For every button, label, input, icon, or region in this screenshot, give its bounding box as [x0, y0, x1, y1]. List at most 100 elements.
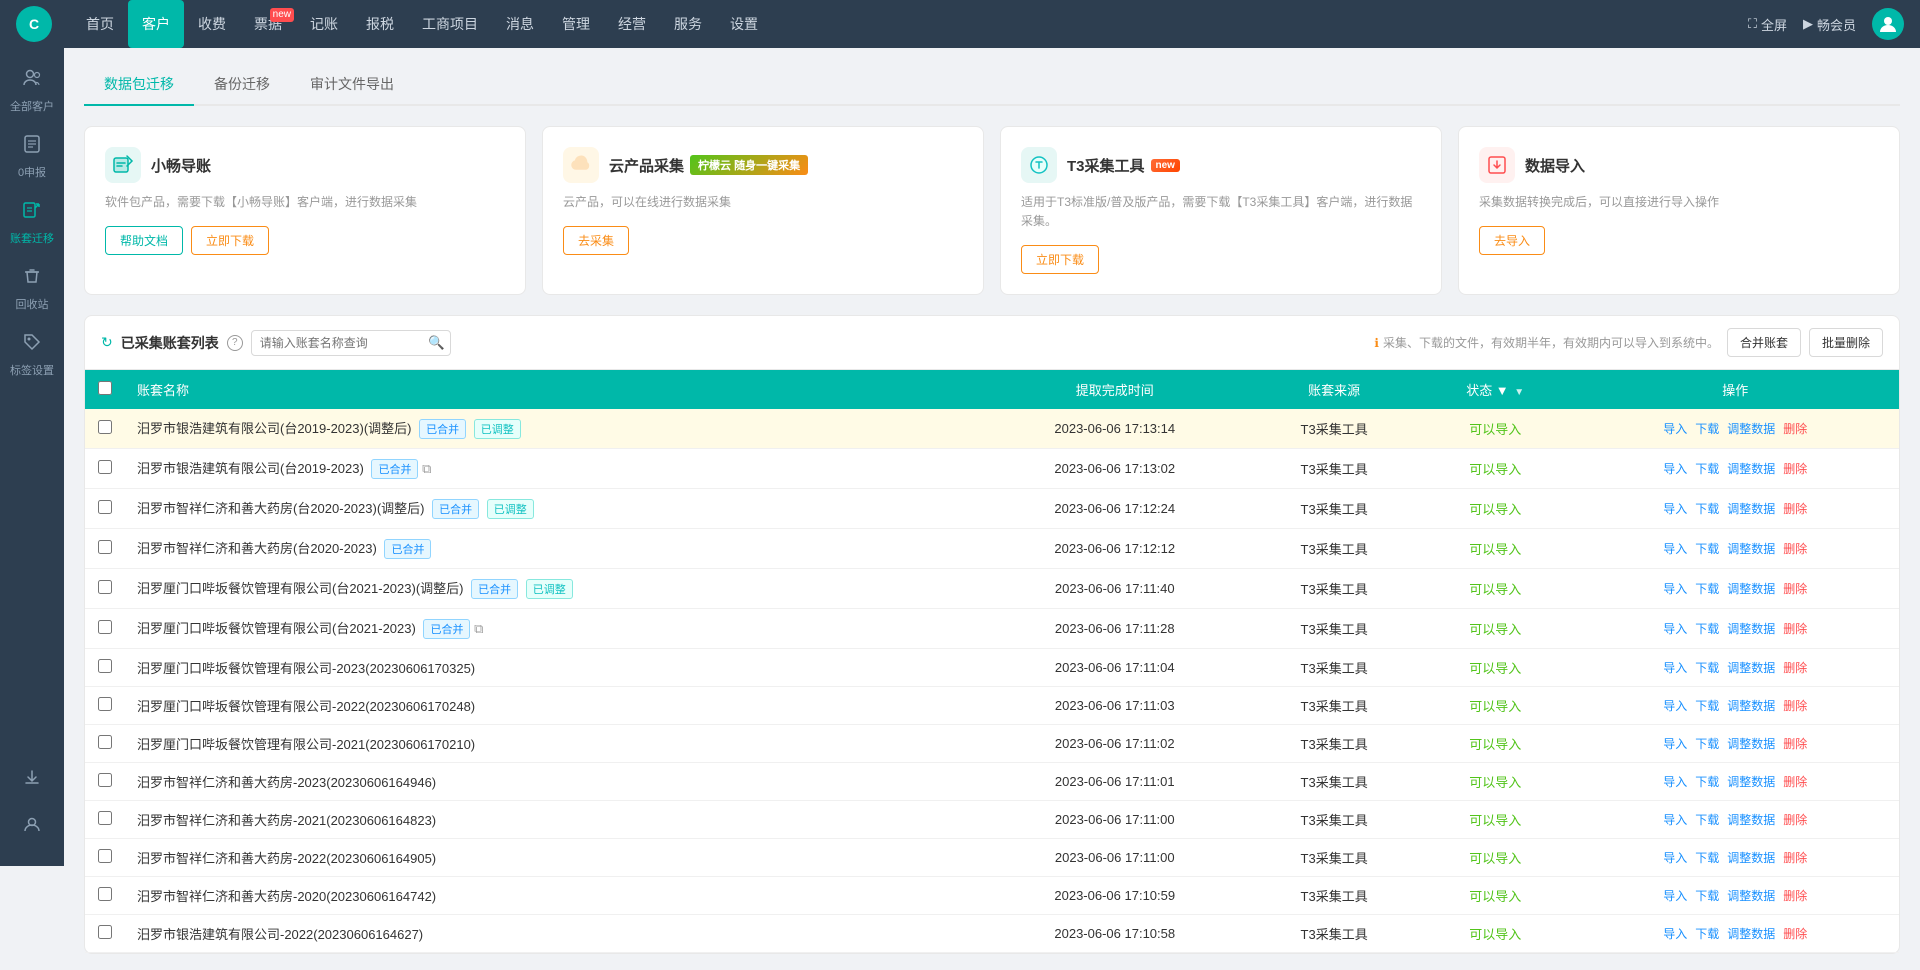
action-调整数据[interactable]: 调整数据	[1727, 422, 1775, 436]
action-导入[interactable]: 导入	[1663, 542, 1687, 556]
nav-fee[interactable]: 收费	[184, 0, 240, 48]
action-删除[interactable]: 删除	[1783, 582, 1807, 596]
action-调整数据[interactable]: 调整数据	[1727, 851, 1775, 865]
row-checkbox[interactable]	[98, 620, 112, 634]
xiaochang-help-button[interactable]: 帮助文档	[105, 226, 183, 255]
action-调整数据[interactable]: 调整数据	[1727, 889, 1775, 903]
nav-manage[interactable]: 管理	[548, 0, 604, 48]
user-avatar[interactable]	[1872, 8, 1904, 40]
action-导入[interactable]: 导入	[1663, 422, 1687, 436]
action-下载[interactable]: 下载	[1695, 502, 1719, 516]
action-导入[interactable]: 导入	[1663, 813, 1687, 827]
action-下载[interactable]: 下载	[1695, 699, 1719, 713]
fullscreen-button[interactable]: ⛶ 全屏	[1748, 15, 1787, 34]
action-删除[interactable]: 删除	[1783, 927, 1807, 941]
row-checkbox[interactable]	[98, 659, 112, 673]
action-删除[interactable]: 删除	[1783, 542, 1807, 556]
nav-message[interactable]: 消息	[492, 0, 548, 48]
action-调整数据[interactable]: 调整数据	[1727, 661, 1775, 675]
nav-business[interactable]: 工商项目	[408, 0, 492, 48]
row-checkbox[interactable]	[98, 887, 112, 901]
batch-delete-button[interactable]: 批量删除	[1809, 328, 1883, 357]
nav-customer[interactable]: 客户	[128, 0, 184, 48]
tab-backup-migration[interactable]: 备份迁移	[194, 64, 290, 106]
nav-tax[interactable]: 报税	[352, 0, 408, 48]
action-删除[interactable]: 删除	[1783, 851, 1807, 865]
action-导入[interactable]: 导入	[1663, 775, 1687, 789]
nav-service[interactable]: 服务	[660, 0, 716, 48]
th-status[interactable]: 状态 ▼ ▼	[1419, 370, 1572, 409]
search-input[interactable]	[251, 330, 451, 356]
action-删除[interactable]: 删除	[1783, 889, 1807, 903]
action-导入[interactable]: 导入	[1663, 462, 1687, 476]
action-下载[interactable]: 下载	[1695, 542, 1719, 556]
row-checkbox[interactable]	[98, 697, 112, 711]
action-导入[interactable]: 导入	[1663, 661, 1687, 675]
action-删除[interactable]: 删除	[1783, 699, 1807, 713]
action-下载[interactable]: 下载	[1695, 775, 1719, 789]
action-调整数据[interactable]: 调整数据	[1727, 927, 1775, 941]
action-删除[interactable]: 删除	[1783, 622, 1807, 636]
action-调整数据[interactable]: 调整数据	[1727, 462, 1775, 476]
action-导入[interactable]: 导入	[1663, 502, 1687, 516]
action-下载[interactable]: 下载	[1695, 889, 1719, 903]
nav-operation[interactable]: 经营	[604, 0, 660, 48]
sidebar-item-zero-report[interactable]: 0申报	[0, 124, 64, 190]
row-checkbox[interactable]	[98, 773, 112, 787]
tab-audit-export[interactable]: 审计文件导出	[290, 64, 414, 106]
action-调整数据[interactable]: 调整数据	[1727, 699, 1775, 713]
action-下载[interactable]: 下载	[1695, 462, 1719, 476]
action-调整数据[interactable]: 调整数据	[1727, 542, 1775, 556]
nav-home[interactable]: 首页	[72, 0, 128, 48]
xiaochang-download-button[interactable]: 立即下载	[191, 226, 269, 255]
t3-download-button[interactable]: 立即下载	[1021, 245, 1099, 274]
row-checkbox[interactable]	[98, 540, 112, 554]
action-导入[interactable]: 导入	[1663, 622, 1687, 636]
sidebar-item-user[interactable]	[22, 804, 42, 850]
action-导入[interactable]: 导入	[1663, 737, 1687, 751]
app-logo[interactable]: C	[16, 6, 52, 42]
action-下载[interactable]: 下载	[1695, 927, 1719, 941]
action-删除[interactable]: 删除	[1783, 661, 1807, 675]
action-删除[interactable]: 删除	[1783, 502, 1807, 516]
action-下载[interactable]: 下载	[1695, 422, 1719, 436]
action-下载[interactable]: 下载	[1695, 622, 1719, 636]
row-copy-icon[interactable]: ⧉	[474, 621, 483, 636]
action-下载[interactable]: 下载	[1695, 661, 1719, 675]
row-copy-icon[interactable]: ⧉	[422, 461, 431, 476]
sidebar-item-account-migrate[interactable]: 账套迁移	[0, 190, 64, 256]
sidebar-item-download[interactable]	[22, 758, 42, 804]
sidebar-item-tag-settings[interactable]: 标签设置	[0, 322, 64, 388]
action-调整数据[interactable]: 调整数据	[1727, 737, 1775, 751]
merge-button[interactable]: 合并账套	[1727, 328, 1801, 357]
refresh-icon[interactable]: ↻	[101, 334, 113, 351]
action-调整数据[interactable]: 调整数据	[1727, 775, 1775, 789]
action-调整数据[interactable]: 调整数据	[1727, 582, 1775, 596]
import-go-button[interactable]: 去导入	[1479, 226, 1545, 255]
help-icon[interactable]: ?	[227, 335, 243, 351]
row-checkbox[interactable]	[98, 420, 112, 434]
row-checkbox[interactable]	[98, 925, 112, 939]
action-调整数据[interactable]: 调整数据	[1727, 502, 1775, 516]
action-导入[interactable]: 导入	[1663, 927, 1687, 941]
row-checkbox[interactable]	[98, 500, 112, 514]
action-下载[interactable]: 下载	[1695, 737, 1719, 751]
action-导入[interactable]: 导入	[1663, 582, 1687, 596]
row-checkbox[interactable]	[98, 580, 112, 594]
action-删除[interactable]: 删除	[1783, 775, 1807, 789]
sidebar-item-recycle[interactable]: 回收站	[0, 256, 64, 322]
action-删除[interactable]: 删除	[1783, 813, 1807, 827]
search-button[interactable]: 🔍	[428, 335, 445, 351]
action-调整数据[interactable]: 调整数据	[1727, 813, 1775, 827]
action-删除[interactable]: 删除	[1783, 462, 1807, 476]
nav-bookkeeping[interactable]: 记账	[296, 0, 352, 48]
action-导入[interactable]: 导入	[1663, 889, 1687, 903]
action-调整数据[interactable]: 调整数据	[1727, 622, 1775, 636]
select-all-checkbox[interactable]	[98, 381, 112, 395]
action-下载[interactable]: 下载	[1695, 851, 1719, 865]
sidebar-item-all-customers[interactable]: 全部客户	[0, 58, 64, 124]
row-checkbox[interactable]	[98, 460, 112, 474]
action-删除[interactable]: 删除	[1783, 422, 1807, 436]
action-下载[interactable]: 下载	[1695, 813, 1719, 827]
member-button[interactable]: ▶ 畅会员	[1803, 15, 1856, 34]
